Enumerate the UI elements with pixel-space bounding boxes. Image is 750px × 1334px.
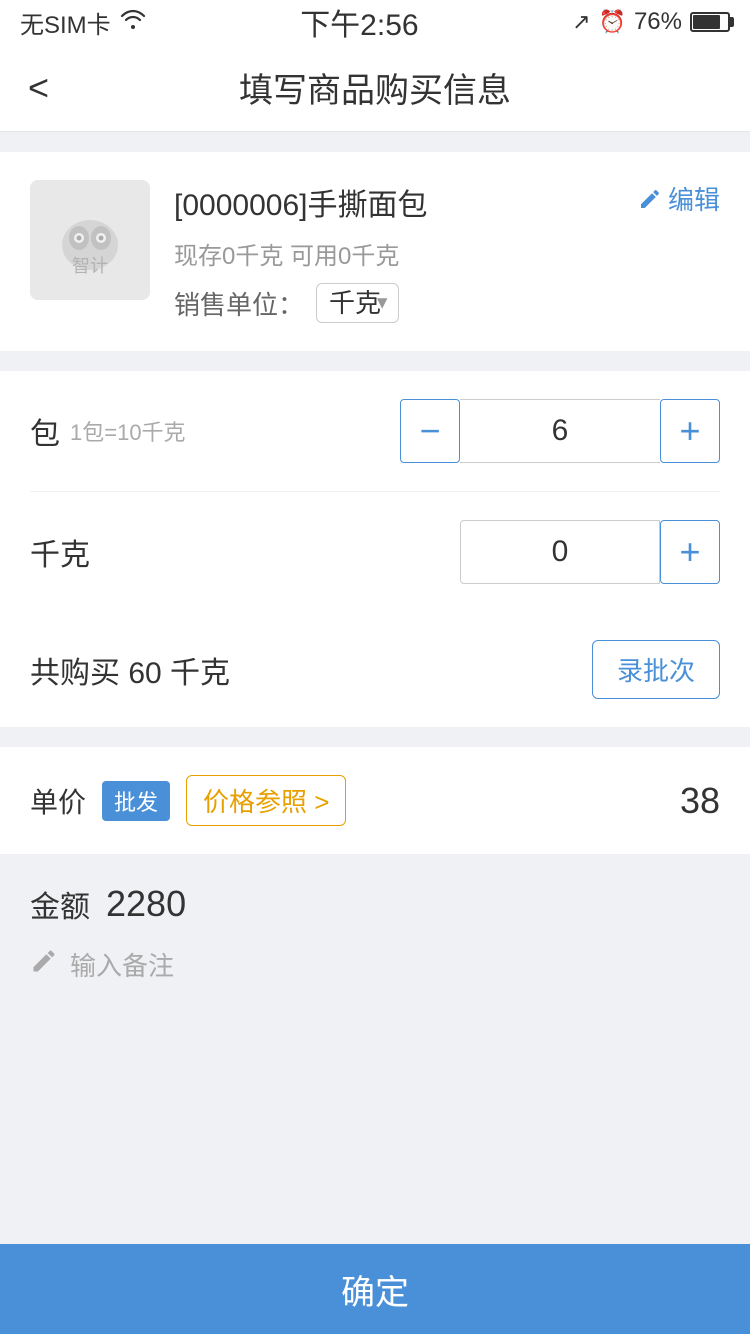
summary-text: 共购买 60 千克 — [30, 648, 230, 692]
price-section: 单价 批发 价格参照 > 38 — [0, 727, 750, 854]
status-right: ↗ ⏰ 76% — [572, 8, 730, 36]
note-placeholder: 输入备注 — [70, 946, 174, 983]
edit-button[interactable]: 编辑 — [638, 180, 720, 217]
nav-bar: < 填写商品购买信息 — [0, 44, 750, 132]
confirm-button[interactable]: 确定 — [0, 1244, 750, 1334]
bag-quantity-input[interactable] — [460, 399, 660, 463]
location-icon: ↗ — [572, 9, 590, 35]
bag-plus-button[interactable]: + — [660, 399, 720, 463]
product-unit-row: 销售单位： 千克 — [174, 283, 720, 323]
status-bar: 无SIM卡 下午2:56 ↗ ⏰ 76% — [0, 0, 750, 44]
carrier-label: 无SIM卡 — [20, 5, 111, 40]
unit-select[interactable]: 千克 — [316, 283, 399, 323]
product-name: [0000006]手撕面包 — [174, 180, 427, 224]
kg-label: 千克 — [30, 530, 90, 574]
bag-minus-button[interactable]: − — [400, 399, 460, 463]
price-row: 单价 批发 价格参照 > 38 — [30, 775, 720, 826]
amount-label: 金额 — [30, 882, 90, 926]
batch-button[interactable]: 录批次 — [592, 640, 720, 699]
pencil-icon — [30, 947, 58, 982]
status-time: 下午2:56 — [300, 0, 418, 44]
product-stock: 现存0千克 可用0千克 — [174, 236, 720, 271]
bag-hint: 1包=10千克 — [70, 415, 186, 447]
summary-row: 共购买 60 千克 录批次 — [0, 612, 750, 727]
battery-icon — [690, 12, 730, 32]
bag-input-row: 包 1包=10千克 − + — [30, 371, 720, 492]
note-row[interactable]: 输入备注 — [30, 946, 720, 983]
status-left: 无SIM卡 — [20, 5, 147, 40]
unit-label: 销售单位： — [174, 285, 304, 322]
input-section: 包 1包=10千克 − + 千克 + — [0, 371, 750, 612]
battery-label: 76% — [634, 8, 682, 36]
product-info: [0000006]手撕面包 编辑 现存0千克 可用0千克 销售单位： 千克 — [174, 180, 720, 323]
product-card: 智计 [0000006]手撕面包 编辑 现存0千克 可用0千克 销售单位： 千克 — [0, 152, 750, 351]
bottom-spacer — [0, 1003, 750, 1093]
unit-select-wrapper[interactable]: 千克 — [316, 283, 399, 323]
alarm-icon: ⏰ — [599, 9, 626, 35]
kg-controls: + — [460, 520, 720, 584]
section-divider-1 — [0, 132, 750, 152]
price-label: 单价 — [30, 781, 86, 821]
edit-icon — [638, 187, 662, 211]
section-divider-2 — [0, 351, 750, 371]
kg-plus-button[interactable]: + — [660, 520, 720, 584]
amount-row: 金额 2280 — [30, 882, 720, 926]
amount-section: 金额 2280 输入备注 — [0, 854, 750, 1003]
amount-value: 2280 — [106, 883, 186, 925]
kg-quantity-input[interactable] — [460, 520, 660, 584]
price-value: 38 — [680, 780, 720, 822]
product-image: 智计 — [30, 180, 150, 300]
bag-controls: − + — [400, 399, 720, 463]
price-tag: 批发 — [102, 781, 170, 821]
back-button[interactable]: < — [28, 67, 49, 109]
product-logo: 智计 — [50, 200, 130, 280]
bag-label: 包 1包=10千克 — [30, 409, 186, 453]
kg-input-row: 千克 + — [30, 492, 720, 612]
wifi-icon — [119, 8, 147, 36]
price-ref-button[interactable]: 价格参照 > — [186, 775, 346, 826]
svg-text:智计: 智计 — [72, 256, 108, 276]
page-title: 填写商品购买信息 — [239, 63, 511, 112]
